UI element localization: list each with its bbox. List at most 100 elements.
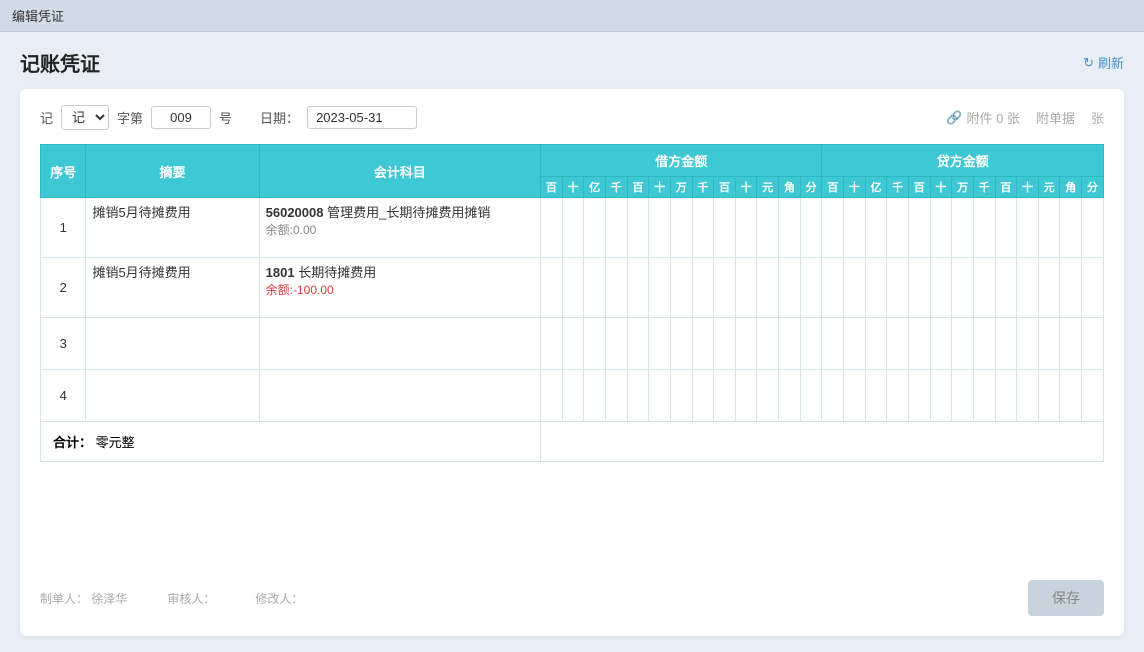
debit-digit-cell[interactable]: [800, 318, 822, 370]
credit-digit-cell[interactable]: [844, 258, 866, 318]
debit-digit-cell[interactable]: [649, 198, 671, 258]
credit-digit-cell[interactable]: [995, 370, 1017, 422]
debit-digit-cell[interactable]: [779, 370, 801, 422]
credit-digit-cell[interactable]: [908, 258, 930, 318]
credit-digit-cell[interactable]: [908, 318, 930, 370]
debit-digit-cell[interactable]: [584, 370, 606, 422]
debit-digit-cell[interactable]: [779, 258, 801, 318]
debit-digit-cell[interactable]: [649, 370, 671, 422]
credit-digit-cell[interactable]: [1082, 318, 1104, 370]
type-select[interactable]: 记: [61, 105, 109, 130]
credit-digit-cell[interactable]: [865, 318, 887, 370]
debit-digit-cell[interactable]: [627, 370, 649, 422]
debit-digit-cell[interactable]: [714, 370, 736, 422]
debit-digit-cell[interactable]: [627, 318, 649, 370]
credit-digit-cell[interactable]: [952, 318, 974, 370]
credit-digit-cell[interactable]: [1060, 198, 1082, 258]
debit-digit-cell[interactable]: [562, 318, 584, 370]
debit-digit-cell[interactable]: [714, 318, 736, 370]
save-button[interactable]: 保存: [1028, 580, 1104, 616]
debit-digit-cell[interactable]: [692, 198, 714, 258]
debit-digit-cell[interactable]: [670, 258, 692, 318]
credit-digit-cell[interactable]: [844, 370, 866, 422]
debit-digit-cell[interactable]: [735, 258, 757, 318]
credit-digit-cell[interactable]: [952, 198, 974, 258]
credit-digit-cell[interactable]: [844, 318, 866, 370]
credit-digit-cell[interactable]: [908, 198, 930, 258]
credit-digit-cell[interactable]: [930, 318, 952, 370]
credit-digit-cell[interactable]: [865, 370, 887, 422]
credit-digit-cell[interactable]: [822, 258, 844, 318]
credit-digit-cell[interactable]: [865, 258, 887, 318]
debit-digit-cell[interactable]: [735, 318, 757, 370]
debit-digit-cell[interactable]: [800, 258, 822, 318]
debit-digit-cell[interactable]: [649, 258, 671, 318]
debit-digit-cell[interactable]: [562, 198, 584, 258]
credit-digit-cell[interactable]: [908, 370, 930, 422]
debit-digit-cell[interactable]: [562, 258, 584, 318]
debit-digit-cell[interactable]: [584, 198, 606, 258]
debit-digit-cell[interactable]: [541, 198, 563, 258]
debit-digit-cell[interactable]: [627, 258, 649, 318]
credit-digit-cell[interactable]: [930, 198, 952, 258]
row-summary[interactable]: 摊销5月待摊费用: [86, 258, 259, 318]
credit-digit-cell[interactable]: [930, 258, 952, 318]
credit-digit-cell[interactable]: [865, 198, 887, 258]
debit-digit-cell[interactable]: [670, 198, 692, 258]
debit-digit-cell[interactable]: [735, 370, 757, 422]
debit-digit-cell[interactable]: [757, 198, 779, 258]
debit-digit-cell[interactable]: [649, 318, 671, 370]
debit-digit-cell[interactable]: [627, 198, 649, 258]
credit-digit-cell[interactable]: [844, 198, 866, 258]
credit-digit-cell[interactable]: [952, 258, 974, 318]
credit-digit-cell[interactable]: [1017, 318, 1039, 370]
credit-digit-cell[interactable]: [1017, 370, 1039, 422]
debit-digit-cell[interactable]: [692, 318, 714, 370]
credit-digit-cell[interactable]: [1017, 258, 1039, 318]
credit-digit-cell[interactable]: [995, 258, 1017, 318]
credit-digit-cell[interactable]: [1060, 370, 1082, 422]
debit-digit-cell[interactable]: [670, 318, 692, 370]
credit-digit-cell[interactable]: [1082, 198, 1104, 258]
debit-digit-cell[interactable]: [541, 258, 563, 318]
credit-digit-cell[interactable]: [887, 258, 909, 318]
credit-digit-cell[interactable]: [1017, 198, 1039, 258]
debit-digit-cell[interactable]: [670, 370, 692, 422]
credit-digit-cell[interactable]: [973, 198, 995, 258]
row-summary[interactable]: [86, 318, 259, 370]
debit-digit-cell[interactable]: [606, 198, 628, 258]
credit-digit-cell[interactable]: [1082, 370, 1104, 422]
debit-digit-cell[interactable]: [714, 198, 736, 258]
number-input[interactable]: [151, 106, 211, 129]
debit-digit-cell[interactable]: [735, 198, 757, 258]
debit-digit-cell[interactable]: [541, 370, 563, 422]
debit-digit-cell[interactable]: [606, 318, 628, 370]
debit-digit-cell[interactable]: [714, 258, 736, 318]
refresh-button[interactable]: ↻ 刷新: [1083, 53, 1124, 72]
credit-digit-cell[interactable]: [995, 318, 1017, 370]
date-input[interactable]: [307, 106, 417, 129]
debit-digit-cell[interactable]: [757, 258, 779, 318]
credit-digit-cell[interactable]: [930, 370, 952, 422]
credit-digit-cell[interactable]: [1060, 258, 1082, 318]
credit-digit-cell[interactable]: [1038, 318, 1060, 370]
credit-digit-cell[interactable]: [887, 370, 909, 422]
debit-digit-cell[interactable]: [779, 198, 801, 258]
credit-digit-cell[interactable]: [1038, 258, 1060, 318]
credit-digit-cell[interactable]: [995, 198, 1017, 258]
credit-digit-cell[interactable]: [1082, 258, 1104, 318]
debit-digit-cell[interactable]: [757, 370, 779, 422]
credit-digit-cell[interactable]: [887, 318, 909, 370]
debit-digit-cell[interactable]: [606, 258, 628, 318]
credit-digit-cell[interactable]: [1038, 198, 1060, 258]
credit-digit-cell[interactable]: [973, 258, 995, 318]
credit-digit-cell[interactable]: [822, 198, 844, 258]
debit-digit-cell[interactable]: [584, 258, 606, 318]
row-summary[interactable]: [86, 370, 259, 422]
debit-digit-cell[interactable]: [541, 318, 563, 370]
credit-digit-cell[interactable]: [973, 370, 995, 422]
credit-digit-cell[interactable]: [952, 370, 974, 422]
credit-digit-cell[interactable]: [1038, 370, 1060, 422]
row-account[interactable]: [259, 370, 540, 422]
credit-digit-cell[interactable]: [887, 198, 909, 258]
